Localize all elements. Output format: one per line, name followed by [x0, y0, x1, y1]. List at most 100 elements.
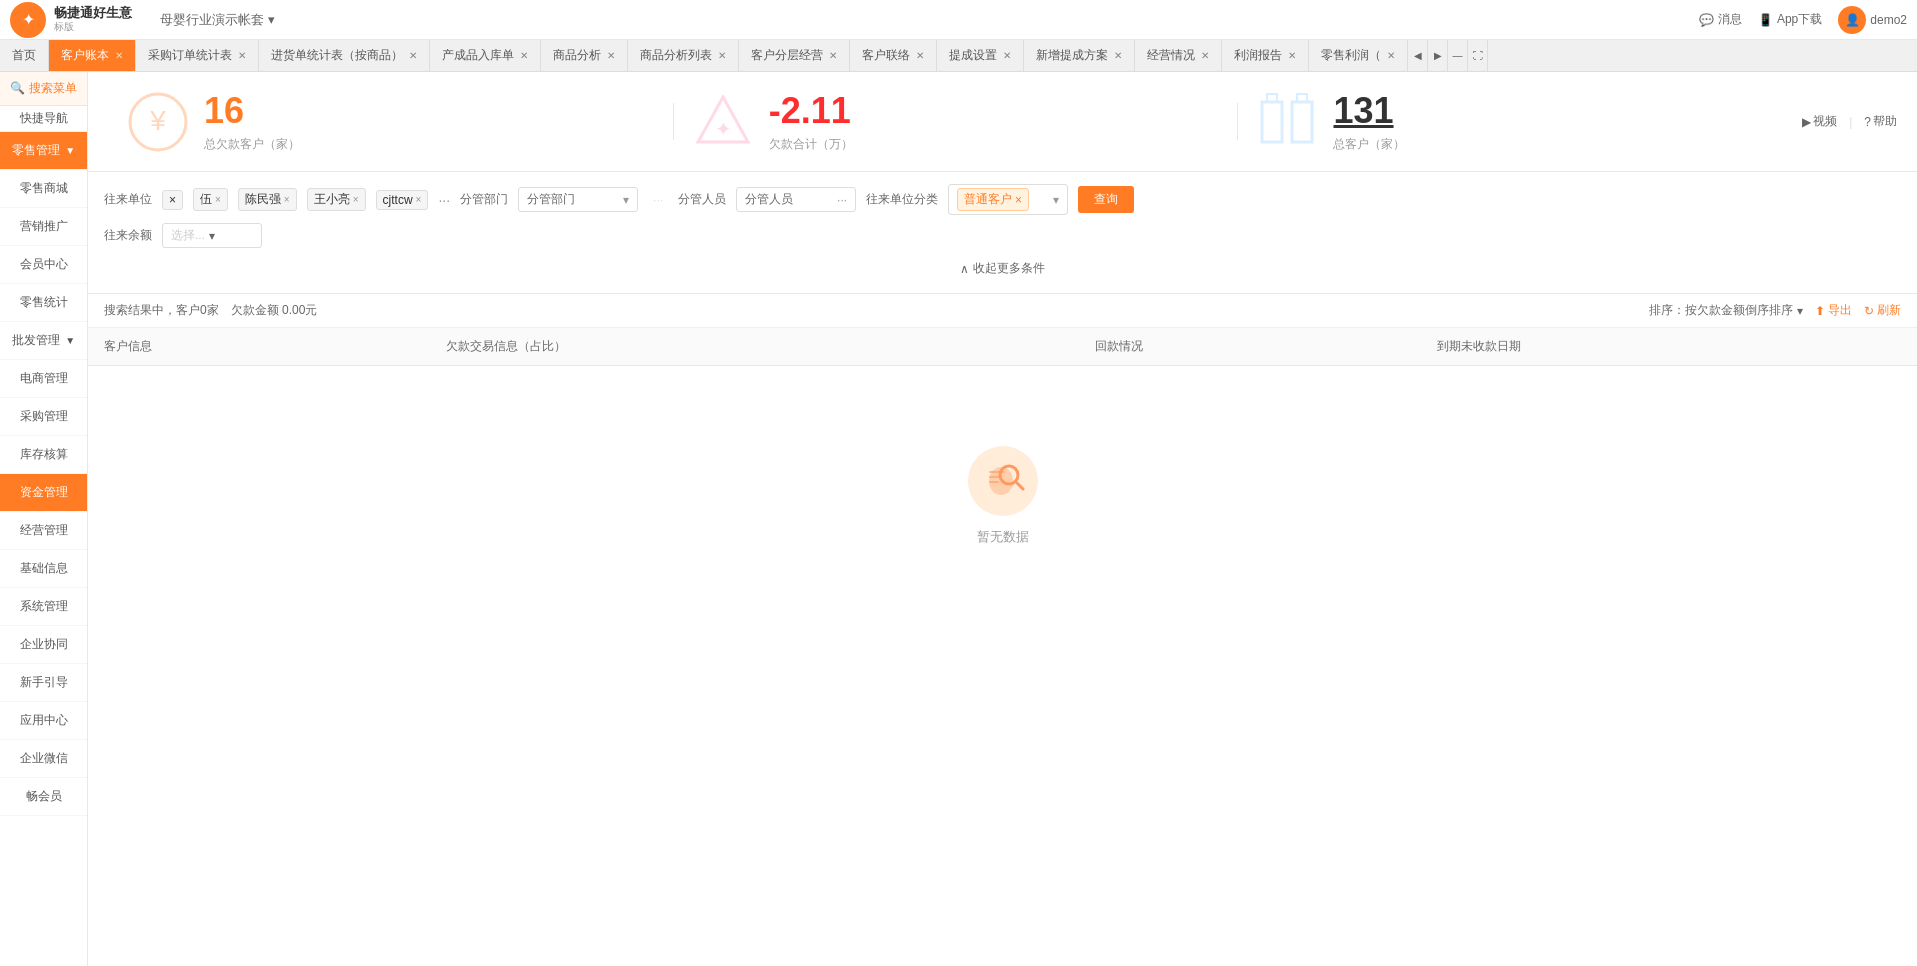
- tab-customer-contact-close[interactable]: ✕: [916, 50, 924, 61]
- tab-add-commission-close[interactable]: ✕: [1114, 50, 1122, 61]
- sidebar-item-retail-mall[interactable]: 零售商城: [0, 170, 87, 208]
- tab-goods-in-close[interactable]: ✕: [409, 50, 417, 61]
- unit-type-tag-close[interactable]: ×: [1015, 193, 1022, 207]
- tab-maximize-btn[interactable]: ⛶: [1468, 40, 1488, 72]
- tab-add-commission-label: 新增提成方案: [1036, 47, 1108, 64]
- sidebar-item-changhui[interactable]: 畅会员: [0, 778, 87, 816]
- video-btn[interactable]: ▶ 视频: [1802, 113, 1837, 130]
- sidebar-item-basics[interactable]: 基础信息: [0, 550, 87, 588]
- video-label: 视频: [1813, 113, 1837, 130]
- tab-production-close[interactable]: ✕: [520, 50, 528, 61]
- tab-retail-profit-close[interactable]: ✕: [1387, 50, 1395, 61]
- tab-customer-stratify[interactable]: 客户分层经营 ✕: [739, 40, 850, 72]
- tab-operations[interactable]: 经营情况 ✕: [1135, 40, 1222, 72]
- tab-commission-settings[interactable]: 提成设置 ✕: [937, 40, 1024, 72]
- sidebar-item-finance[interactable]: 资金管理: [0, 474, 87, 512]
- tab-profit-report-close[interactable]: ✕: [1288, 50, 1296, 61]
- sidebar-item-apps[interactable]: 应用中心: [0, 702, 87, 740]
- unit-type-arrow: ▾: [1053, 193, 1059, 207]
- tab-home-label: 首页: [12, 47, 36, 64]
- svg-rect-13: [989, 481, 999, 483]
- dept-select[interactable]: 分管部门 ▾: [518, 187, 638, 212]
- tab-goods-in[interactable]: 进货单统计表（按商品） ✕: [259, 40, 430, 72]
- balance-label: 往来余额: [104, 227, 152, 244]
- svg-line-10: [1016, 482, 1023, 489]
- message-btn[interactable]: 💬 消息: [1699, 11, 1742, 28]
- tab-minimize-btn[interactable]: —: [1448, 40, 1468, 72]
- tab-customer-contact[interactable]: 客户联络 ✕: [850, 40, 937, 72]
- dept-clear[interactable]: ···: [648, 193, 668, 207]
- sidebar-item-enterprise[interactable]: 企业协同: [0, 626, 87, 664]
- tab-retail-profit[interactable]: 零售利润（ ✕: [1309, 40, 1408, 72]
- tab-profit-report[interactable]: 利润报告 ✕: [1222, 40, 1309, 72]
- filter-tag-chen: 陈民强 ×: [238, 188, 297, 211]
- sidebar-item-system[interactable]: 系统管理: [0, 588, 87, 626]
- export-icon: ⬆: [1815, 304, 1825, 318]
- tab-customer-stratify-close[interactable]: ✕: [829, 50, 837, 61]
- query-btn[interactable]: 查询: [1078, 186, 1134, 213]
- balance-input[interactable]: 选择... ▾: [162, 223, 262, 248]
- sidebar-item-retail-stats[interactable]: 零售统计: [0, 284, 87, 322]
- avatar: 👤: [1838, 6, 1866, 34]
- sidebar-item-wechat[interactable]: 企业微信: [0, 740, 87, 778]
- dept-placeholder: 分管部门: [527, 191, 575, 208]
- chevron-down-icon: ▾: [268, 12, 275, 27]
- sidebar-item-inventory[interactable]: 库存核算: [0, 436, 87, 474]
- tab-prev-btn[interactable]: ◀: [1408, 40, 1428, 72]
- sidebar-item-ecommerce[interactable]: 电商管理: [0, 360, 87, 398]
- person-select[interactable]: 分管人员 ···: [736, 187, 856, 212]
- sidebar-item-member[interactable]: 会员中心: [0, 246, 87, 284]
- tab-product-analysis[interactable]: 商品分析 ✕: [541, 40, 628, 72]
- store-selector[interactable]: 母婴行业演示帐套 ▾: [160, 11, 275, 29]
- filter-row-2: 往来余额 选择... ▾: [104, 223, 1901, 248]
- tab-operations-close[interactable]: ✕: [1201, 50, 1209, 61]
- help-btn[interactable]: ? 帮助: [1864, 113, 1897, 130]
- unit-type-select[interactable]: 普通客户 × ▾: [948, 184, 1068, 215]
- tab-next-btn[interactable]: ▶: [1428, 40, 1448, 72]
- user-avatar-btn[interactable]: 👤 demo2: [1838, 6, 1907, 34]
- sidebar-item-purchase[interactable]: 采购管理: [0, 398, 87, 436]
- filter-tag-chen-close[interactable]: ×: [284, 194, 290, 205]
- tab-home[interactable]: 首页: [0, 40, 49, 72]
- unit-type-label: 往来单位分类: [866, 191, 938, 208]
- dept-label: 分管部门: [460, 191, 508, 208]
- sidebar-item-marketing[interactable]: 营销推广: [0, 208, 87, 246]
- sidebar-item-retail[interactable]: 零售管理 ▼: [0, 132, 87, 170]
- sidebar-item-guide[interactable]: 新手引导: [0, 664, 87, 702]
- balance-placeholder: 选择...: [171, 227, 205, 244]
- tab-purchase-order-label: 采购订单统计表: [148, 47, 232, 64]
- sort-select[interactable]: 排序：按欠款金额倒序排序 ▾: [1649, 302, 1803, 319]
- tab-add-commission[interactable]: 新增提成方案 ✕: [1024, 40, 1135, 72]
- tab-product-list[interactable]: 商品分析列表 ✕: [628, 40, 739, 72]
- tab-product-analysis-close[interactable]: ✕: [607, 50, 615, 61]
- empty-svg: [973, 451, 1033, 511]
- tab-commission-settings-close[interactable]: ✕: [1003, 50, 1011, 61]
- logo-line1: 畅捷通好生意: [54, 5, 132, 21]
- tab-production[interactable]: 产成品入库单 ✕: [430, 40, 541, 72]
- logo-area: ✦ 畅捷通好生意 标版 母婴行业演示帐套 ▾: [10, 2, 275, 38]
- sidebar-quick-nav[interactable]: 快捷导航: [0, 106, 87, 132]
- tab-product-list-close[interactable]: ✕: [718, 50, 726, 61]
- filter-tag-cjttcw-close[interactable]: ×: [416, 194, 422, 205]
- sidebar-quick-nav-label: 快捷导航: [20, 111, 68, 125]
- sidebar-basics-label: 基础信息: [20, 561, 68, 575]
- filter-area: 往来单位 × 伍 × 陈民强 × 王小亮 × cjttcw: [88, 172, 1917, 294]
- sidebar-search[interactable]: 🔍 搜索菜单: [0, 72, 87, 106]
- tab-customer-ledger-close[interactable]: ✕: [115, 50, 123, 61]
- filter-tag-wang-close[interactable]: ×: [353, 194, 359, 205]
- tab-purchase-order[interactable]: 采购订单统计表 ✕: [136, 40, 259, 72]
- sidebar-item-operations[interactable]: 经营管理: [0, 512, 87, 550]
- export-btn[interactable]: ⬆ 导出: [1815, 302, 1852, 319]
- export-label: 导出: [1828, 302, 1852, 319]
- svg-text:✦: ✦: [714, 118, 731, 140]
- tab-purchase-order-close[interactable]: ✕: [238, 50, 246, 61]
- sidebar-item-wholesale[interactable]: 批发管理 ▼: [0, 322, 87, 360]
- app-download-btn[interactable]: 📱 App下载: [1758, 11, 1822, 28]
- filter-tag-wu-close[interactable]: ×: [215, 194, 221, 205]
- refresh-btn[interactable]: ↻ 刷新: [1864, 302, 1901, 319]
- filter-more-tags[interactable]: ···: [438, 192, 450, 208]
- svg-rect-5: [1292, 102, 1312, 142]
- collapse-btn[interactable]: ∧ 收起更多条件: [948, 256, 1057, 281]
- tab-customer-ledger[interactable]: 客户账本 ✕: [49, 40, 136, 72]
- unit-type-tag: 普通客户 ×: [957, 188, 1029, 211]
